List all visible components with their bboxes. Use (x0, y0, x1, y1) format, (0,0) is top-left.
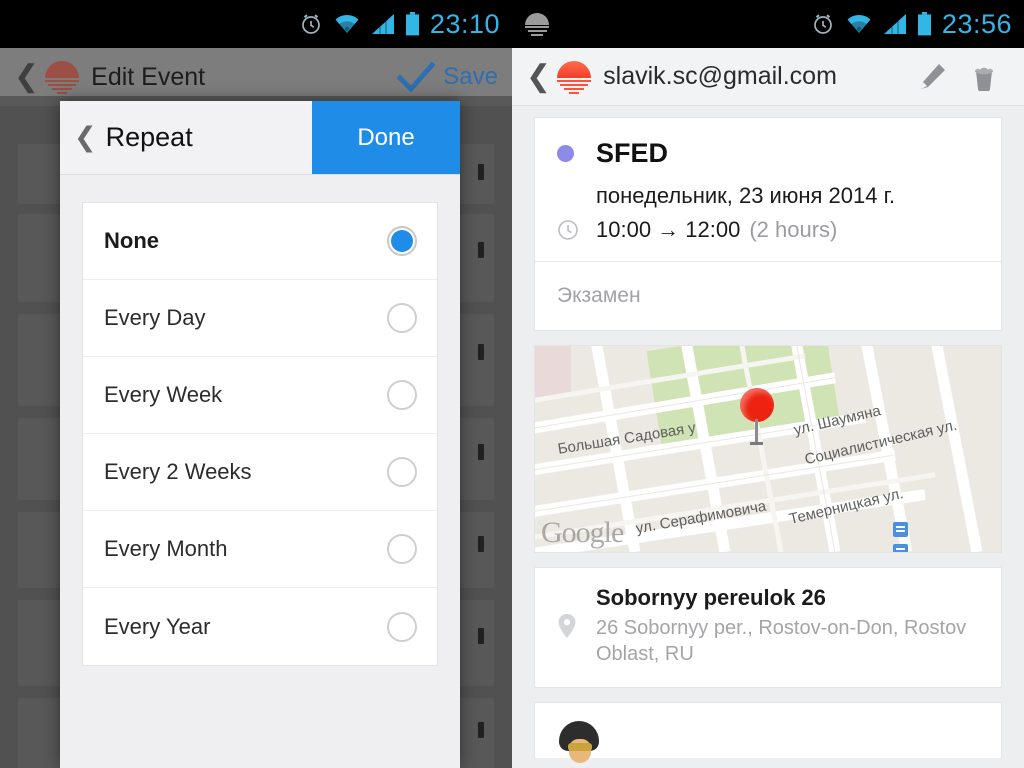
right-app-bar: ❮ slavik.sc@gmail.com (512, 48, 1024, 106)
event-note: Экзамен (535, 261, 1001, 330)
edit-event-button[interactable] (906, 53, 958, 101)
radio-button[interactable] (387, 303, 417, 333)
radio-button[interactable] (387, 611, 417, 642)
radio-button[interactable] (387, 534, 417, 564)
done-label: Done (357, 123, 415, 151)
left-page-title: Edit Event (91, 62, 206, 91)
option-label: Every Year (104, 613, 211, 639)
event-map[interactable]: Большая Садовая у ул. Шаумяна Социалисти… (534, 345, 1002, 553)
repeat-option-list: None Every Day Every Week Every 2 Weeks (82, 202, 438, 666)
event-detail-scroll[interactable]: SFED понедельник, 23 июня 2014 г. 10:00 … (512, 107, 1024, 768)
right-screen: 23:56 ❮ slavik.sc@gmail.com SFED понедел… (512, 0, 1024, 768)
event-main: SFED понедельник, 23 июня 2014 г. 10:00 … (535, 118, 1001, 261)
event-summary-card[interactable]: SFED понедельник, 23 июня 2014 г. 10:00 … (534, 117, 1002, 331)
radio-button[interactable] (387, 380, 417, 410)
account-email-title: slavik.sc@gmail.com (603, 62, 837, 90)
battery-icon (405, 12, 419, 36)
save-button[interactable]: Save (397, 62, 498, 92)
repeat-back-button[interactable]: ❮ Repeat (60, 101, 312, 174)
alarm-icon (814, 14, 832, 34)
sunrise-notification-icon (524, 11, 550, 37)
location-pin-icon (558, 614, 576, 639)
trash-icon (975, 61, 993, 91)
back-icon[interactable]: ❮ (14, 62, 39, 92)
right-status-clock: 23:56 (941, 8, 1012, 39)
option-label: Every Month (104, 536, 228, 561)
event-time-row: 10:00 → 12:00 (2 hours) (557, 217, 979, 243)
event-title: SFED (596, 138, 669, 168)
wifi-icon (847, 15, 871, 33)
alarm-icon (302, 14, 320, 34)
left-status-bar: 23:10 (0, 0, 512, 48)
repeat-option-every-month[interactable]: Every Month (83, 511, 437, 588)
event-duration: (2 hours) (749, 217, 838, 242)
sunrise-logo-icon (45, 60, 80, 95)
sunrise-logo-icon (557, 60, 592, 94)
wifi-icon (335, 15, 359, 33)
event-attendees-card[interactable] (534, 701, 1002, 763)
chevron-left-icon: ❮ (74, 122, 97, 153)
pencil-icon (921, 63, 945, 89)
map-poi-icon (893, 522, 908, 537)
location-name: Sobornyy pereulok 26 (596, 585, 826, 610)
event-location-card[interactable]: Sobornyy pereulok 26 26 Sobornyy per., R… (534, 567, 1002, 688)
map-poi-icon (893, 544, 908, 552)
right-status-bar: 23:56 (512, 0, 1024, 48)
left-screen: 23:10 ❮ Edit Event Save ❮ Repeat Done No… (0, 0, 512, 768)
repeat-dialog-body: None Every Day Every Week Every 2 Weeks (60, 175, 460, 666)
left-status-clock: 23:10 (429, 8, 500, 39)
repeat-option-every-2-weeks[interactable]: Every 2 Weeks (83, 434, 437, 511)
done-button[interactable]: Done (312, 101, 460, 174)
google-watermark: Google (541, 516, 624, 549)
check-icon (397, 62, 436, 92)
option-label: Every Week (104, 382, 223, 407)
left-status-indicators: 23:10 (299, 9, 500, 40)
option-label: None (104, 228, 159, 253)
event-title-row: SFED (557, 138, 979, 169)
radio-button[interactable] (387, 226, 417, 256)
repeat-option-every-year[interactable]: Every Year (83, 588, 437, 665)
repeat-option-every-week[interactable]: Every Week (83, 357, 437, 434)
repeat-option-every-day[interactable]: Every Day (83, 280, 437, 357)
back-icon[interactable]: ❮ (526, 61, 551, 92)
signal-icon (371, 14, 394, 34)
delete-event-button[interactable] (958, 53, 1010, 101)
radio-button[interactable] (387, 457, 417, 487)
map-pin-icon (740, 388, 774, 446)
repeat-option-none[interactable]: None (83, 203, 437, 280)
event-time-range: 10:00 → 12:00 (596, 217, 741, 242)
repeat-dialog: ❮ Repeat Done None Every Day Every Week … (60, 101, 460, 768)
option-label: Every Day (104, 305, 206, 330)
option-label: Every 2 Weeks (104, 459, 252, 484)
location-row: Sobornyy pereulok 26 26 Sobornyy per., R… (535, 568, 1001, 687)
clock-icon (558, 220, 578, 240)
save-label: Save (443, 63, 498, 90)
event-date: понедельник, 23 июня 2014 г. (596, 183, 896, 208)
dual-screenshot: 23:10 ❮ Edit Event Save ❮ Repeat Done No… (0, 0, 1024, 768)
location-texts: Sobornyy pereulok 26 26 Sobornyy per., R… (596, 585, 979, 668)
right-status-notifications (524, 11, 811, 37)
repeat-dialog-header: ❮ Repeat Done (60, 101, 460, 175)
repeat-dialog-title: Repeat (105, 122, 193, 152)
calendar-color-dot (557, 145, 574, 162)
signal-icon (883, 14, 906, 34)
battery-icon (917, 12, 931, 36)
right-status-indicators: 23:56 (811, 9, 1012, 40)
location-address: 26 Sobornyy per., Rostov-on-Don, Rostov … (596, 617, 967, 666)
